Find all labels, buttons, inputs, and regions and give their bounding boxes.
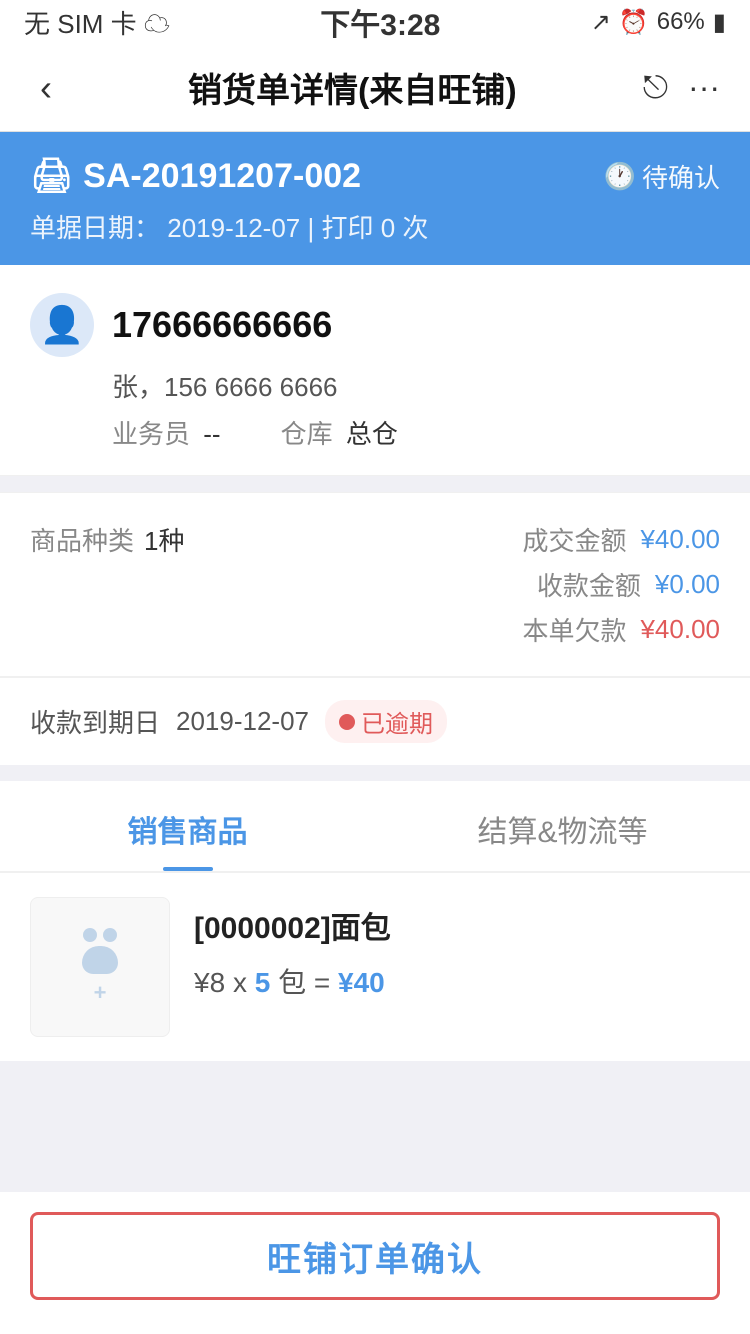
overdue-dot-icon	[339, 714, 355, 730]
product-unit: 包	[278, 967, 306, 998]
unit-price: ¥8	[194, 967, 225, 998]
balance-amount-row: 本单欠款 ¥40.00	[522, 611, 720, 648]
order-date-row: 单据日期： 2019-12-07 | 打印 0 次	[30, 208, 720, 245]
product-name: [0000002]面包	[194, 903, 720, 947]
confirm-order-button[interactable]: 旺铺订单确认	[30, 1212, 720, 1300]
balance-label: 本单欠款	[522, 611, 626, 648]
warehouse-label: 仓库	[281, 419, 333, 449]
order-box-icon: 🖨	[30, 156, 73, 196]
due-label: 收款到期日	[30, 703, 160, 740]
salesperson-label: 业务员	[112, 419, 190, 449]
tab-sales-products[interactable]: 销售商品	[0, 781, 375, 871]
salesperson-value: --	[203, 419, 220, 449]
category-info: 商品种类 1种	[30, 521, 184, 558]
amounts-info: 成交金额 ¥40.00 收款金额 ¥0.00 本单欠款 ¥40.00	[522, 521, 720, 648]
warehouse-value: 总仓	[346, 419, 398, 449]
product-qty: 5	[255, 967, 271, 998]
customer-section: 👤 17666666666 张，156 6666 6666 业务员 -- 仓库 …	[0, 265, 750, 476]
status-bar: 无 SIM 卡 ☁ 下午3:28 ↗ ⏰ 66% ▮	[0, 0, 750, 44]
user-icon: 👤	[40, 304, 85, 346]
location-icon: ↗	[591, 8, 611, 37]
due-date-section: 收款到期日 2019-12-07 已逾期	[0, 677, 750, 765]
order-status-text: 待确认	[642, 158, 720, 195]
overdue-badge: 已逾期	[325, 700, 447, 743]
multiply-sign: x	[233, 967, 255, 998]
overdue-text: 已逾期	[361, 704, 433, 739]
status-time: 下午3:28	[320, 0, 440, 44]
product-name-text: 面包	[331, 912, 391, 945]
category-value: 1种	[144, 521, 184, 558]
status-right: ↗ ⏰ 66% ▮	[591, 8, 726, 37]
owl-plus: +	[94, 980, 107, 1006]
transaction-amount-row: 成交金额 ¥40.00	[522, 521, 720, 558]
print-label: | 打印	[307, 213, 373, 243]
sim-status: 无 SIM 卡 ☁	[24, 4, 170, 41]
collection-amount-row: 收款金额 ¥0.00	[537, 566, 720, 603]
back-button[interactable]: ‹	[30, 57, 62, 119]
tab-settlement[interactable]: 结算&物流等	[375, 781, 750, 871]
order-banner: 🖨 SA-20191207-002 🕐 待确认 单据日期： 2019-12-07…	[0, 132, 750, 265]
share-icon[interactable]: ⎋	[643, 69, 668, 107]
order-status: 🕐 待确认	[604, 158, 720, 195]
bottom-bar: 旺铺订单确认	[0, 1192, 750, 1334]
summary-section: 商品种类 1种 成交金额 ¥40.00 收款金额 ¥0.00 本单欠款 ¥40.…	[0, 492, 750, 677]
category-label: 商品种类	[30, 521, 134, 558]
product-code: [0000002]	[194, 912, 331, 945]
nav-bar: ‹ 销货单详情(来自旺铺) ⎋ ···	[0, 44, 750, 132]
date-label: 单据日期：	[30, 213, 160, 243]
owl-eye-right	[103, 928, 117, 942]
tab-active-underline	[163, 867, 213, 871]
customer-detail: 张，156 6666 6666	[112, 367, 720, 404]
order-id-text: SA-20191207-002	[83, 157, 361, 196]
order-id-row: 🖨 SA-20191207-002	[30, 156, 361, 196]
battery-status: 66%	[657, 8, 705, 36]
more-icon[interactable]: ···	[688, 69, 720, 106]
collection-value: ¥0.00	[655, 569, 720, 600]
print-count: 0	[381, 213, 395, 243]
status-left: 无 SIM 卡 ☁	[24, 4, 170, 41]
customer-meta: 业务员 -- 仓库 总仓	[112, 414, 720, 451]
customer-row: 👤 17666666666	[30, 293, 720, 357]
nav-title: 销货单详情(来自旺铺)	[188, 63, 517, 112]
owl-eyes	[83, 928, 117, 942]
amount-label: 成交金额	[522, 521, 626, 558]
clock-icon: 🕐	[604, 161, 636, 192]
owl-eye-left	[83, 928, 97, 942]
tab-settlement-label: 结算&物流等	[477, 816, 647, 849]
product-section: + [0000002]面包 ¥8 x 5 包 = ¥40	[0, 873, 750, 1061]
nav-right-actions: ⎋ ···	[643, 69, 720, 107]
tabs-section: 销售商品 结算&物流等	[0, 781, 750, 873]
product-price-row: ¥8 x 5 包 = ¥40	[194, 961, 720, 1001]
salesperson-info: 业务员 --	[112, 414, 221, 451]
balance-value: ¥40.00	[640, 614, 720, 645]
alarm-icon: ⏰	[619, 8, 649, 37]
equals-sign: =	[314, 967, 338, 998]
print-unit: 次	[402, 213, 428, 243]
avatar: 👤	[30, 293, 94, 357]
product-logo: +	[82, 928, 118, 1006]
amount-value: ¥40.00	[640, 524, 720, 555]
collection-label: 收款金额	[537, 566, 641, 603]
due-date-value: 2019-12-07	[176, 706, 309, 737]
warehouse-info: 仓库 总仓	[281, 414, 398, 451]
tab-sales-label: 销售商品	[128, 816, 248, 849]
owl-body	[82, 946, 118, 974]
tabs-row: 销售商品 结算&物流等	[0, 781, 750, 871]
order-date-value: 2019-12-07	[167, 213, 300, 243]
product-total: ¥40	[338, 967, 385, 998]
battery-icon: ▮	[713, 8, 726, 37]
product-thumbnail: +	[30, 897, 170, 1037]
customer-phone: 17666666666	[112, 304, 332, 346]
product-info: [0000002]面包 ¥8 x 5 包 = ¥40	[194, 897, 720, 1001]
